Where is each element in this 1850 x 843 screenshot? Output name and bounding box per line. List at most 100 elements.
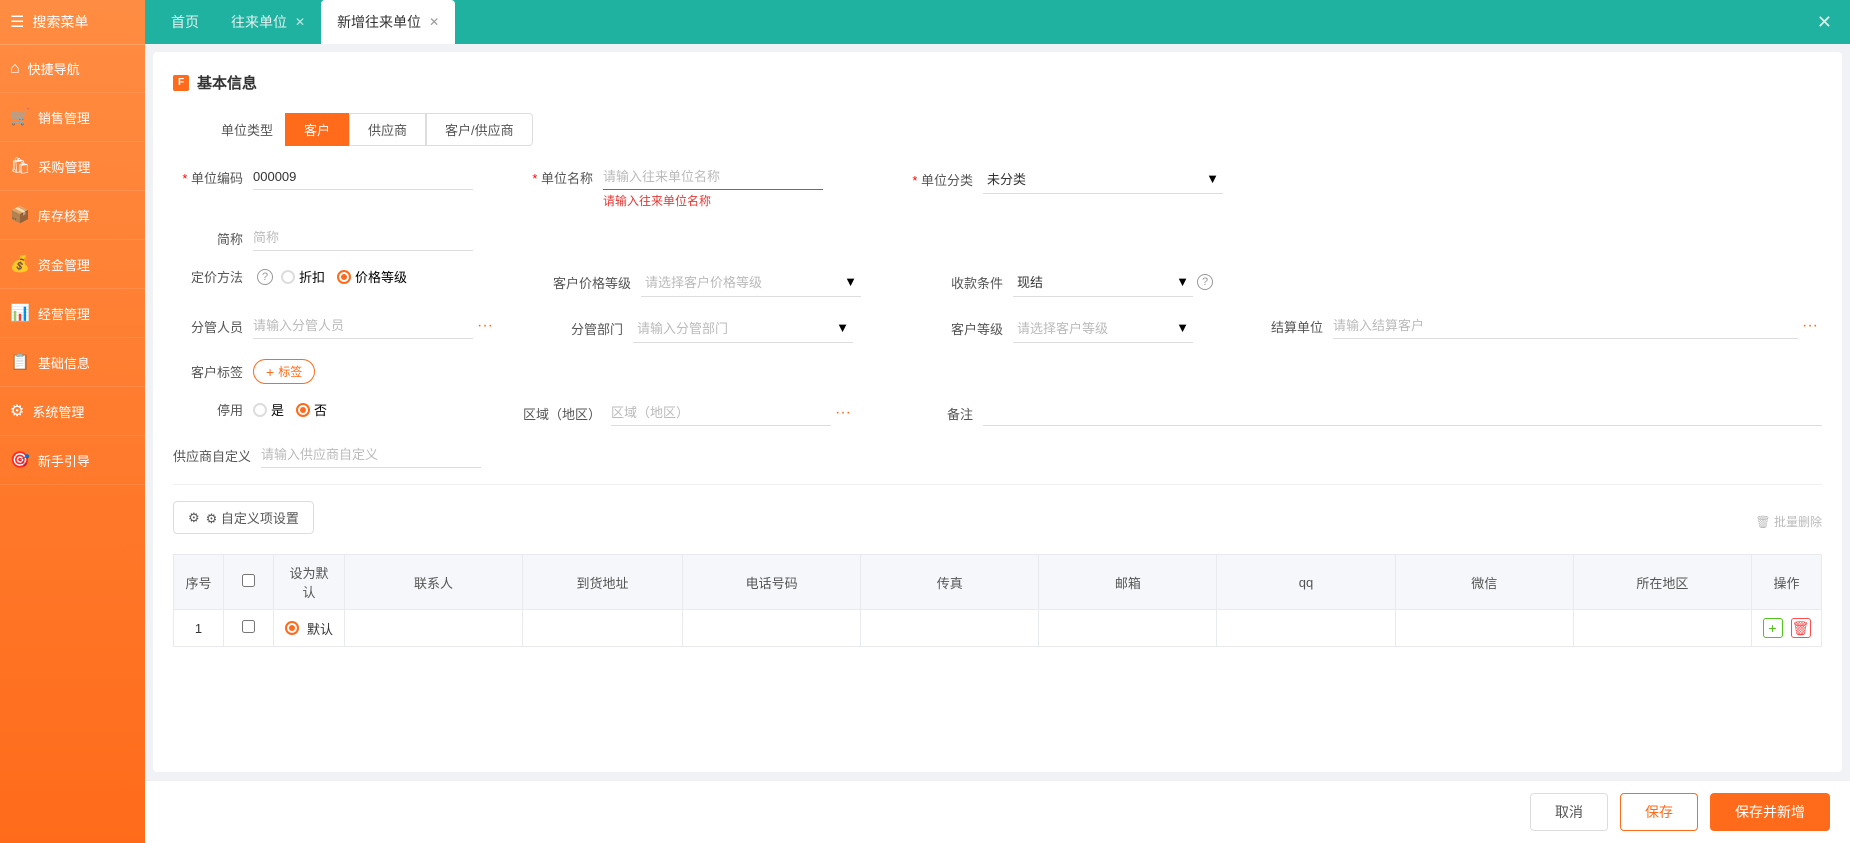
btn-customer[interactable]: 客户 <box>285 113 349 146</box>
th-wechat: 微信 <box>1395 555 1573 610</box>
tab-counterparty-close[interactable]: ✕ <box>295 15 305 29</box>
tab-home[interactable]: 首页 <box>155 0 215 44</box>
phone-input[interactable] <box>693 621 850 636</box>
radio-yes-label: 是 <box>271 400 284 419</box>
btn-both[interactable]: 客户/供应商 <box>426 113 533 146</box>
tab-bar: 首页 往来单位 ✕ 新增往来单位 ✕ ✕ <box>145 0 1850 44</box>
row-checkbox[interactable] <box>242 620 255 633</box>
cell-default: 默认 <box>274 610 345 647</box>
unit-type-row: 单位类型 客户 供应商 客户/供应商 <box>173 113 1822 146</box>
unit-name-input[interactable] <box>603 164 823 190</box>
customer-level-placeholder: 请选择客户等级 <box>1017 318 1176 337</box>
sidebar-item-finance[interactable]: 💰 资金管理 <box>0 240 145 289</box>
cell-fax[interactable] <box>861 610 1039 647</box>
settlement-unit-input[interactable] <box>1333 313 1798 339</box>
short-name-input[interactable] <box>253 225 473 251</box>
close-all-tabs[interactable]: ✕ <box>1809 12 1840 33</box>
row-disabled-region: 停用 是 否 区域（地区） <box>173 400 1822 426</box>
cell-address[interactable] <box>523 610 683 647</box>
radio-discount[interactable]: 折扣 <box>281 267 325 286</box>
radio-yes[interactable]: 是 <box>253 400 284 419</box>
select-all-checkbox[interactable] <box>242 574 255 587</box>
sidebar-item-operations[interactable]: 📊 经营管理 <box>0 289 145 338</box>
radio-price-level[interactable]: 价格等级 <box>337 267 407 286</box>
pricing-radio-group: 折扣 价格等级 <box>281 267 407 286</box>
unit-code-input[interactable] <box>253 164 473 190</box>
th-region: 所在地区 <box>1573 555 1751 610</box>
region-more-btn[interactable]: ··· <box>831 404 855 422</box>
settings-gear-icon: ⚙ <box>188 510 200 526</box>
qq-input[interactable] <box>1227 621 1384 636</box>
pricing-method-label: 定价方法 <box>173 267 243 286</box>
cell-contact[interactable] <box>344 610 522 647</box>
save-button[interactable]: 保存 <box>1620 793 1698 831</box>
settlement-unit-more-btn[interactable]: ··· <box>1798 317 1822 335</box>
unit-name-label: 单位名称 <box>523 168 593 187</box>
unit-code-label: 单位编码 <box>173 168 243 187</box>
unit-category-value: 未分类 <box>987 169 1206 188</box>
customer-level-select[interactable]: 请选择客户等级 ▼ <box>1013 313 1193 343</box>
wechat-input[interactable] <box>1406 621 1563 636</box>
tab-home-label: 首页 <box>171 12 199 32</box>
customer-price-level-select[interactable]: 请选择客户价格等级 ▼ <box>641 267 861 297</box>
inventory-icon: 📦 <box>10 205 30 225</box>
radio-no[interactable]: 否 <box>296 400 327 419</box>
sidebar-item-label: 经营管理 <box>38 304 90 323</box>
sidebar-item-sys-mgmt[interactable]: ⚙ 系统管理 <box>0 387 145 436</box>
cell-seq: 1 <box>174 610 224 647</box>
fax-input[interactable] <box>871 621 1028 636</box>
tab-counterparty[interactable]: 往来单位 ✕ <box>215 0 321 44</box>
radio-price-level-label: 价格等级 <box>355 267 407 286</box>
radio-no-label: 否 <box>314 400 327 419</box>
custom-settings-button[interactable]: ⚙ ⚙ 自定义项设置 <box>173 501 314 534</box>
guide-icon: 🎯 <box>10 450 30 470</box>
remarks-input[interactable] <box>983 400 1822 426</box>
section-icon: F <box>173 75 189 91</box>
contact-input[interactable] <box>355 621 512 636</box>
payment-terms-label: 收款条件 <box>933 273 1003 292</box>
cell-wechat[interactable] <box>1395 610 1573 647</box>
cell-email[interactable] <box>1039 610 1217 647</box>
pricing-help-icon[interactable]: ? <box>257 269 273 285</box>
cell-phone[interactable] <box>683 610 861 647</box>
contact-table: 序号 设为默认 联系人 到货地址 电话号码 传真 邮箱 qq 微信 所在地区 操… <box>173 554 1822 647</box>
unit-category-select[interactable]: 未分类 ▼ <box>983 164 1223 194</box>
sidebar-item-purchase-mgmt[interactable]: 🛍 采购管理 <box>0 142 145 191</box>
sidebar-item-inventory[interactable]: 📦 库存核算 <box>0 191 145 240</box>
department-select[interactable]: 请输入分管部门 ▼ <box>633 313 853 343</box>
customer-price-level-placeholder: 请选择客户价格等级 <box>645 272 844 291</box>
radio-yes-circle <box>253 403 267 417</box>
batch-delete-button[interactable]: 🗑 批量删除 <box>1755 513 1822 530</box>
region-table-input[interactable] <box>1584 621 1741 636</box>
tab-new-counterparty[interactable]: 新增往来单位 ✕ <box>321 0 455 44</box>
tab-new-counterparty-close[interactable]: ✕ <box>429 15 439 29</box>
add-row-button[interactable]: + <box>1763 618 1783 638</box>
cell-region[interactable] <box>1573 610 1751 647</box>
form-content: F 基本信息 单位类型 客户 供应商 客户/供应商 单位编码 <box>153 52 1842 772</box>
sidebar-item-beginner[interactable]: 🎯 新手引导 <box>0 436 145 485</box>
radio-no-circle <box>296 403 310 417</box>
payment-help-icon[interactable]: ? <box>1197 274 1213 290</box>
supplier-custom-input[interactable] <box>261 442 481 468</box>
tab-new-counterparty-label: 新增往来单位 <box>337 12 421 32</box>
btn-supplier[interactable]: 供应商 <box>349 113 426 146</box>
manager-input[interactable] <box>253 313 473 339</box>
unit-type-label: 单位类型 <box>173 120 273 139</box>
unit-name-error: 请输入往来单位名称 <box>603 192 711 209</box>
payment-terms-select[interactable]: 现结 ▼ <box>1013 267 1193 297</box>
email-input[interactable] <box>1049 621 1206 636</box>
manager-more-btn[interactable]: ··· <box>473 317 497 335</box>
sidebar-item-quick-nav[interactable]: ⌂ 快捷导航 <box>0 45 145 93</box>
region-input[interactable] <box>611 400 831 426</box>
radio-default[interactable]: 默认 <box>284 619 334 638</box>
field-pricing-method: 定价方法 ? 折扣 价格等级 <box>173 267 553 286</box>
delete-row-button[interactable]: 🗑 <box>1791 618 1811 638</box>
sidebar-item-base-info[interactable]: 📋 基础信息 <box>0 338 145 387</box>
cancel-button[interactable]: 取消 <box>1530 793 1608 831</box>
sidebar-item-sales-mgmt[interactable]: 🛒 销售管理 <box>0 93 145 142</box>
search-menu[interactable]: ☰ 搜索菜单 <box>0 0 145 45</box>
save-new-button[interactable]: 保存并新增 <box>1710 793 1830 831</box>
add-tag-button[interactable]: + 标签 <box>253 359 315 384</box>
cell-qq[interactable] <box>1217 610 1395 647</box>
address-input[interactable] <box>533 621 672 636</box>
